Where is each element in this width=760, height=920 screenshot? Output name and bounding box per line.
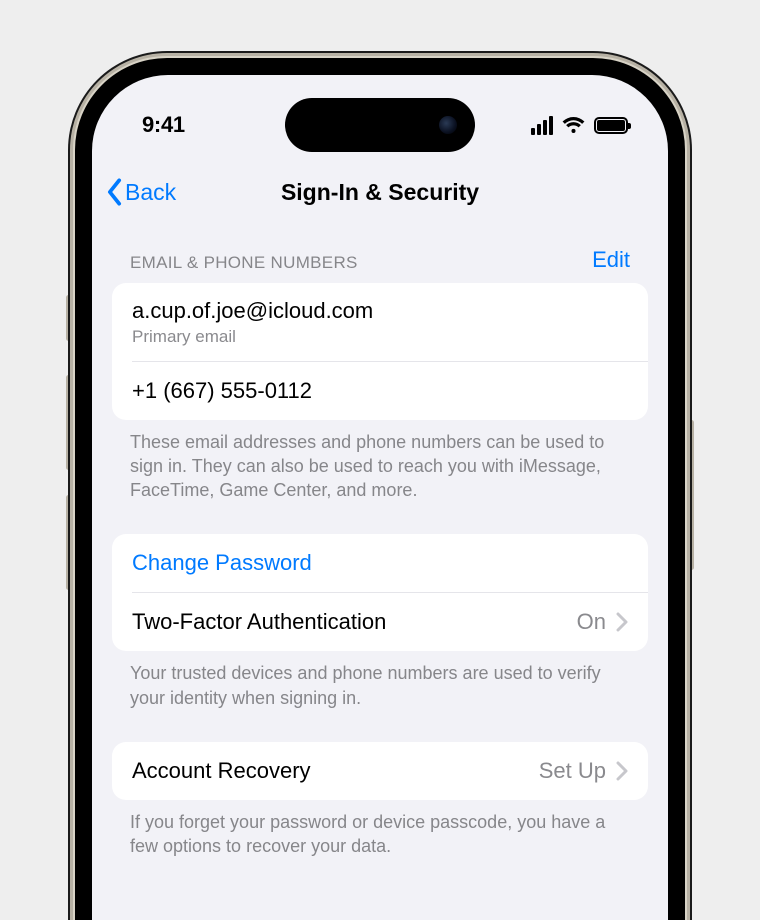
account-recovery-row[interactable]: Account Recovery Set Up <box>112 742 648 800</box>
device-frame: 9:41 <box>75 58 685 920</box>
two-factor-row[interactable]: Two-Factor Authentication On <box>112 593 648 651</box>
status-icons <box>531 104 628 135</box>
battery-icon <box>594 117 628 134</box>
device-volume-down <box>66 495 71 590</box>
phone-value: +1 (667) 555-0112 <box>132 377 312 405</box>
dynamic-island <box>285 98 475 152</box>
chevron-right-icon <box>616 612 628 632</box>
account-recovery-value: Set Up <box>539 758 606 784</box>
phone-row[interactable]: +1 (667) 555-0112 <box>112 362 648 420</box>
cellular-icon <box>531 116 553 135</box>
email-value: a.cup.of.joe@icloud.com <box>132 297 373 325</box>
device-volume-up <box>66 375 71 470</box>
section-header-email: EMAIL & PHONE NUMBERS Edit <box>112 225 648 283</box>
recovery-section-footer: If you forget your password or device pa… <box>112 800 648 859</box>
password-section-footer: Your trusted devices and phone numbers a… <box>112 651 648 710</box>
page-title: Sign-In & Security <box>92 179 668 206</box>
content: EMAIL & PHONE NUMBERS Edit a.cup.of.joe@… <box>92 225 668 920</box>
screen: 9:41 <box>92 75 668 920</box>
device-silence-switch <box>66 295 71 341</box>
account-recovery-label: Account Recovery <box>132 758 311 784</box>
email-phone-card: a.cup.of.joe@icloud.com Primary email +1… <box>112 283 648 420</box>
section-header-label: EMAIL & PHONE NUMBERS <box>130 253 358 273</box>
back-button[interactable]: Back <box>106 178 176 206</box>
wifi-icon <box>562 116 585 134</box>
chevron-left-icon <box>106 178 123 206</box>
status-time: 9:41 <box>142 100 185 138</box>
chevron-right-icon <box>616 761 628 781</box>
email-subtitle: Primary email <box>132 327 373 347</box>
two-factor-value: On <box>577 609 606 635</box>
nav-bar: Back Sign-In & Security <box>92 163 668 221</box>
change-password-row[interactable]: Change Password <box>112 534 648 592</box>
email-section-footer: These email addresses and phone numbers … <box>112 420 648 503</box>
edit-button[interactable]: Edit <box>592 247 630 273</box>
device-side-button <box>689 420 694 570</box>
password-card: Change Password Two-Factor Authenticatio… <box>112 534 648 651</box>
change-password-label: Change Password <box>132 550 312 576</box>
recovery-card: Account Recovery Set Up <box>112 742 648 800</box>
email-row[interactable]: a.cup.of.joe@icloud.com Primary email <box>112 283 648 361</box>
back-label: Back <box>125 179 176 206</box>
two-factor-label: Two-Factor Authentication <box>132 609 386 635</box>
